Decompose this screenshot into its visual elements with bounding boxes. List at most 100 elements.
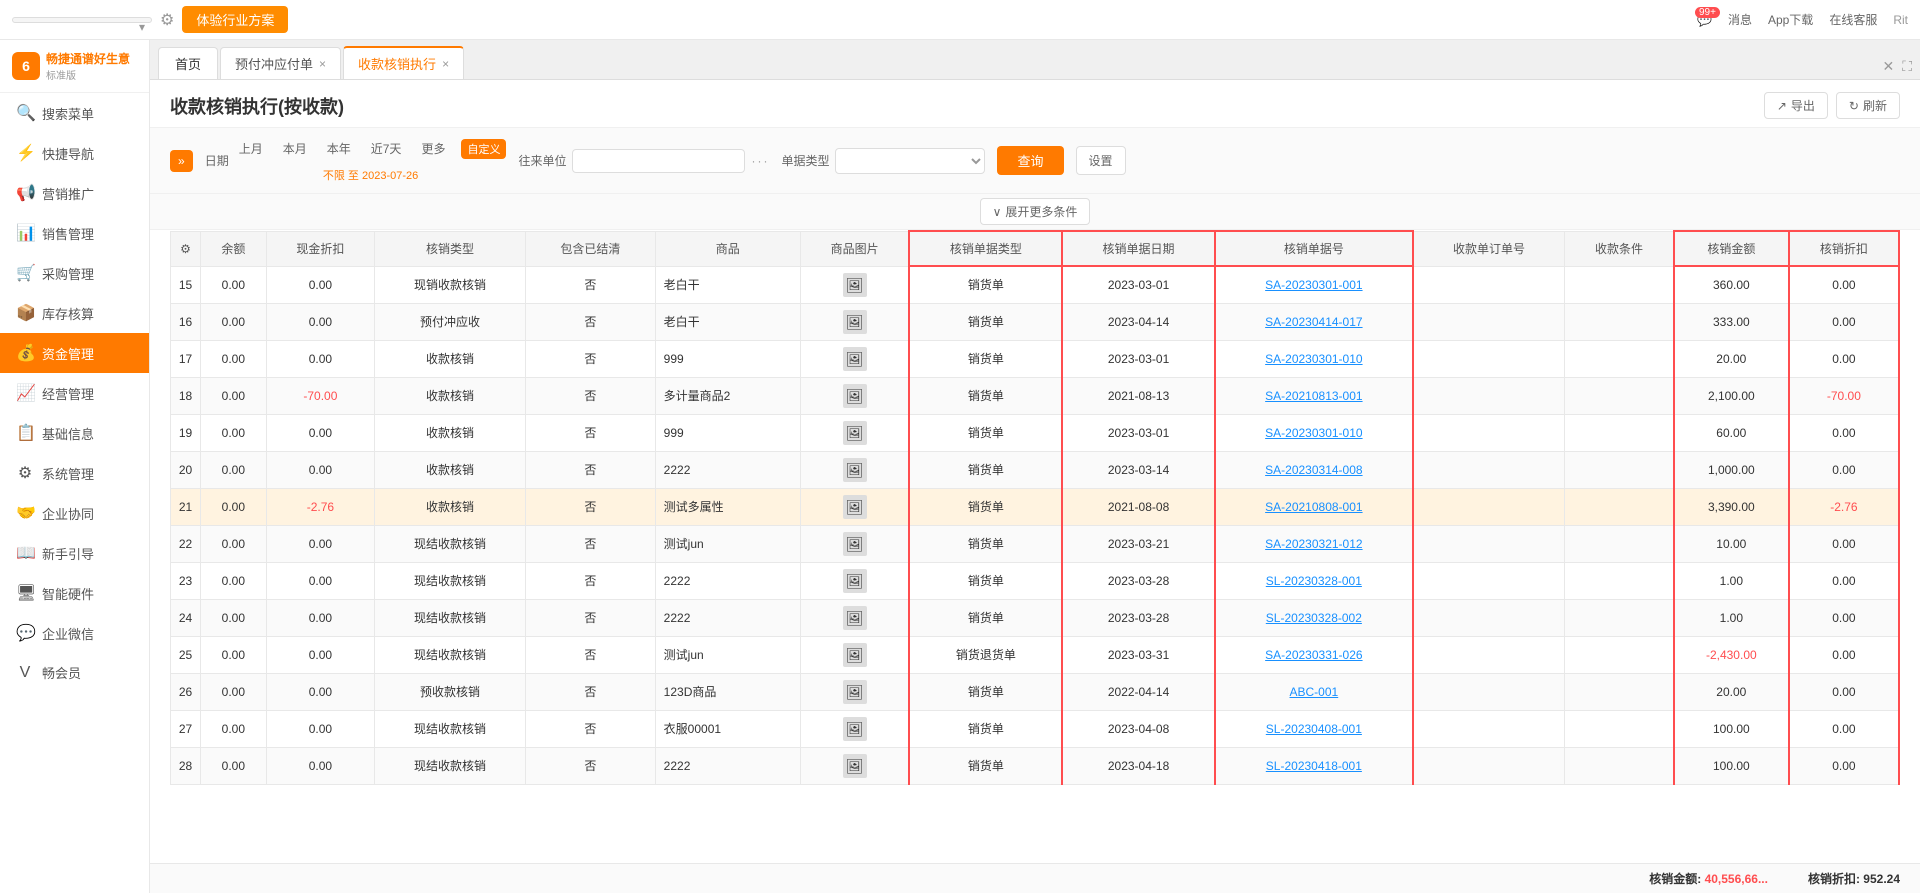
sidebar-item-guide[interactable]: 📖 新手引导 [0, 533, 149, 573]
row-cash-discount: -2.76 [266, 488, 374, 525]
settings-button[interactable]: 设置 [1076, 146, 1126, 175]
sidebar-item-shortcut[interactable]: ⚡ 快捷导航 [0, 133, 149, 173]
row-receipt-order-no [1413, 747, 1565, 784]
row-receipt-condition [1565, 747, 1674, 784]
refresh-icon: ↻ [1849, 99, 1859, 113]
expand-more-btn[interactable]: ∨ 展开更多条件 [980, 198, 1091, 225]
row-cancel-amount: 3,390.00 [1674, 488, 1789, 525]
row-included-settled: 否 [526, 525, 656, 562]
sidebar-item-hardware[interactable]: 🖥 智能硬件 [0, 573, 149, 613]
row-cancel-discount: 0.00 [1789, 414, 1899, 451]
th-cancel-date: 核销单据日期 [1062, 231, 1215, 266]
goods-image-cell: 🖼 [800, 451, 909, 488]
row-cash-discount: 0.00 [266, 673, 374, 710]
row-cancel-no[interactable]: SA-20230301-001 [1215, 266, 1413, 303]
row-cancel-no[interactable]: SL-20230418-001 [1215, 747, 1413, 784]
row-cancel-no[interactable]: SA-20210808-001 [1215, 488, 1413, 525]
sidebar-item-sales[interactable]: 📊 销售管理 [0, 213, 149, 253]
row-goods: 2222 [655, 451, 800, 488]
row-cancel-voucher-type: 销货单 [909, 488, 1062, 525]
sidebar-item-wechat[interactable]: 💬 企业微信 [0, 613, 149, 653]
date-custom[interactable]: 自定义 [461, 139, 506, 159]
row-cancel-no[interactable]: SA-20230314-008 [1215, 451, 1413, 488]
search-button[interactable]: 查询 [997, 146, 1063, 175]
date-last-month[interactable]: 上月 [235, 138, 267, 159]
sidebar-item-marketing[interactable]: 📢 营销推广 [0, 173, 149, 213]
sidebar-item-finance[interactable]: 💰 资金管理 [0, 333, 149, 373]
tab-cancel[interactable]: 收款核销执行 × [343, 46, 464, 79]
row-cancel-voucher-type: 销货单 [909, 525, 1062, 562]
tab-prepay-close[interactable]: × [319, 57, 326, 71]
sidebar-item-member[interactable]: V 畅会员 [0, 653, 149, 692]
tab-prepay[interactable]: 预付冲应付单 × [220, 47, 341, 79]
sidebar-item-basic[interactable]: 📋 基础信息 [0, 413, 149, 453]
tab-cancel-close[interactable]: × [442, 57, 449, 71]
top-bar: ⚙ 体验行业方案 💬 99+ 消息 App下载 在线客服 Rit [0, 0, 1920, 40]
th-goods-image: 商品图片 [800, 231, 909, 266]
row-cancel-no[interactable]: SL-20230328-001 [1215, 562, 1413, 599]
messages-label[interactable]: 消息 [1728, 11, 1752, 28]
sidebar-item-purchase[interactable]: 🛒 采购管理 [0, 253, 149, 293]
table-row: 25 0.00 0.00 现结收款核销 否 测试jun 🖼 销货退货单 2023… [171, 636, 1900, 673]
row-cancel-no[interactable]: SA-20230301-010 [1215, 414, 1413, 451]
basic-icon: 📋 [16, 423, 34, 443]
logo-area: 6 畅捷通谱好生意 标准版 [0, 40, 149, 93]
row-cancel-no[interactable]: SA-20230301-010 [1215, 340, 1413, 377]
date-7days[interactable]: 近7天 [367, 138, 406, 159]
row-cancel-no[interactable]: SL-20230408-001 [1215, 710, 1413, 747]
sidebar-item-collab[interactable]: 🤝 企业协同 [0, 493, 149, 533]
tab-expand-icon[interactable]: ⛶ [1902, 58, 1912, 75]
row-cancel-no[interactable]: SA-20210813-001 [1215, 377, 1413, 414]
row-cancel-type: 现结收款核销 [375, 747, 526, 784]
filter-expand-button[interactable]: » [170, 150, 193, 172]
message-icon[interactable]: 💬 99+ [1697, 13, 1712, 27]
date-this-year[interactable]: 本年 [323, 138, 355, 159]
goods-image-cell: 🖼 [800, 377, 909, 414]
sidebar-item-management[interactable]: 📈 经营管理 [0, 373, 149, 413]
row-cancel-no[interactable]: SA-20230331-026 [1215, 636, 1413, 673]
inventory-icon: 📦 [16, 303, 34, 323]
footer-cancel-amount: 核销金额: 40,556,66... [1649, 870, 1768, 887]
member-icon: V [16, 664, 34, 682]
th-receipt-condition: 收款条件 [1565, 231, 1674, 266]
row-cancel-discount: -2.76 [1789, 488, 1899, 525]
row-cancel-no[interactable]: SA-20230321-012 [1215, 525, 1413, 562]
company-selector[interactable] [12, 17, 152, 23]
page-actions: ↗ 导出 ↻ 刷新 [1764, 92, 1900, 119]
sidebar-item-system[interactable]: ⚙ 系统管理 [0, 453, 149, 493]
gear-icon[interactable]: ⚙ [160, 10, 174, 30]
row-cancel-amount: -2,430.00 [1674, 636, 1789, 673]
row-goods: 123D商品 [655, 673, 800, 710]
sidebar-item-search[interactable]: 🔍 搜索菜单 [0, 93, 149, 133]
th-settings[interactable]: ⚙ [171, 231, 201, 266]
nav-items: 🔍 搜索菜单 ⚡ 快捷导航 📢 营销推广 📊 销售管理 🛒 采购管理 📦 [0, 93, 149, 893]
export-button[interactable]: ↗ 导出 [1764, 92, 1828, 119]
row-cancel-no[interactable]: ABC-001 [1215, 673, 1413, 710]
refresh-button[interactable]: ↻ 刷新 [1836, 92, 1900, 119]
goods-image-cell: 🖼 [800, 303, 909, 340]
row-no: 27 [171, 710, 201, 747]
tab-home[interactable]: 首页 [158, 47, 218, 79]
voucher-type-select[interactable] [835, 148, 985, 174]
date-more[interactable]: 更多 [417, 138, 449, 159]
row-no: 28 [171, 747, 201, 784]
row-balance: 0.00 [201, 599, 267, 636]
sidebar-item-label-management: 经营管理 [42, 384, 94, 403]
row-included-settled: 否 [526, 747, 656, 784]
row-cancel-date: 2023-03-28 [1062, 562, 1215, 599]
row-cash-discount: 0.00 [266, 747, 374, 784]
row-cancel-no[interactable]: SL-20230328-002 [1215, 599, 1413, 636]
row-cancel-no[interactable]: SA-20230414-017 [1215, 303, 1413, 340]
tab-close-all-icon[interactable]: ✕ [1882, 58, 1894, 75]
date-this-month[interactable]: 本月 [279, 138, 311, 159]
tab-prepay-label: 预付冲应付单 [235, 54, 313, 73]
online-service-btn[interactable]: 在线客服 [1829, 11, 1877, 28]
row-cancel-discount: 0.00 [1789, 303, 1899, 340]
unit-input[interactable] [572, 149, 745, 173]
row-cash-discount: 0.00 [266, 266, 374, 303]
sidebar-item-label-sales: 销售管理 [42, 224, 94, 243]
sidebar-item-inventory[interactable]: 📦 库存核算 [0, 293, 149, 333]
table-row: 24 0.00 0.00 现结收款核销 否 2222 🖼 销货单 2023-03… [171, 599, 1900, 636]
app-download-btn[interactable]: App下载 [1768, 11, 1813, 28]
industry-btn[interactable]: 体验行业方案 [182, 6, 288, 33]
